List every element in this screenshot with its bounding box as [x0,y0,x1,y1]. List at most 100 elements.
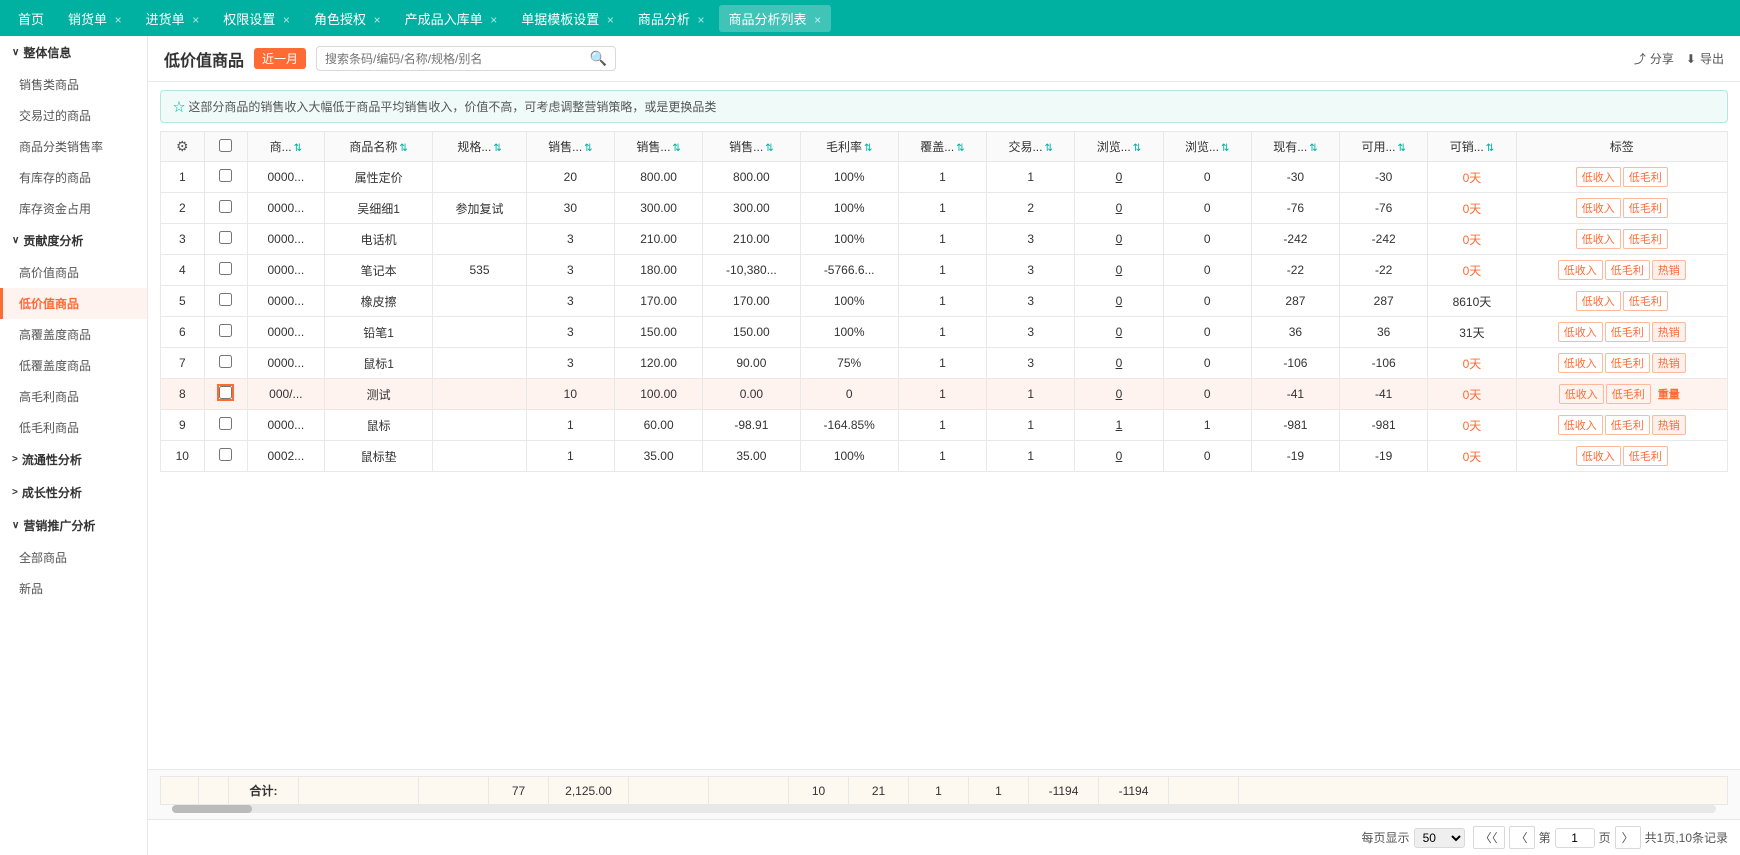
sidebar-item-high-coverage[interactable]: 高覆盖度商品 [0,319,147,350]
first-page-btn[interactable]: 〈〈 [1473,826,1505,849]
cell-view1[interactable]: 0 [1075,379,1163,410]
sidebar-group-growth[interactable]: > 成长性分析 [0,476,147,509]
col-spec[interactable]: 规格...⇅ [433,132,526,162]
search-icon[interactable]: 🔍 [590,50,607,67]
tag-item: 低毛利 [1605,322,1650,342]
settings-icon[interactable]: ⚙ [176,138,189,154]
cell-saleable: 0天 [1428,224,1516,255]
cell-checkbox [204,286,247,317]
sidebar-item-traded[interactable]: 交易过的商品 [0,100,147,131]
nav-permissions[interactable]: 权限设置 × [213,5,300,32]
row-checkbox[interactable] [219,417,232,430]
sidebar-item-low-value[interactable]: 低价值商品 [0,288,147,319]
cell-view1[interactable]: 1 [1075,410,1163,441]
scrollbar-track[interactable] [172,805,1716,813]
cell-saleable: 0天 [1428,162,1516,193]
col-code[interactable]: 商...⇅ [247,132,324,162]
table-row: 10 0002... 鼠标垫 1 35.00 35.00 100% 1 1 0 … [161,441,1728,472]
nav-sales[interactable]: 销货单 × [58,5,132,32]
cell-view1[interactable]: 0 [1075,317,1163,348]
tag-item: 低毛利 [1623,446,1668,466]
cell-sale-amount: 300.00 [703,193,800,224]
export-icon: ⬇ [1686,52,1696,66]
row-checkbox[interactable] [219,448,232,461]
cell-view1[interactable]: 0 [1075,255,1163,286]
search-input[interactable] [325,52,586,66]
cell-sale-qty: 20 [526,162,614,193]
scrollbar-thumb[interactable] [172,805,252,813]
row-checkbox[interactable] [219,231,232,244]
cell-no: 9 [161,410,205,441]
cell-spec [433,286,526,317]
sidebar-item-high-margin[interactable]: 高毛利商品 [0,381,147,412]
cell-view1[interactable]: 0 [1075,348,1163,379]
col-view2[interactable]: 浏览...⇅ [1163,132,1251,162]
row-checkbox[interactable] [219,324,232,337]
sidebar-item-stock[interactable]: 有库存的商品 [0,162,147,193]
row-checkbox[interactable] [219,200,232,213]
row-checkbox[interactable] [219,293,232,306]
sidebar-group-overall[interactable]: ∨ 整体信息 [0,36,147,69]
row-checkbox[interactable] [219,386,232,399]
page-size-dropdown[interactable]: 50 100 200 [1414,828,1465,848]
nav-analysis[interactable]: 商品分析 × [628,5,715,32]
nav-purchase[interactable]: 进货单 × [136,5,210,32]
tag-item: 低收入 [1576,291,1621,311]
nav-roles[interactable]: 角色授权 × [304,5,391,32]
select-all-checkbox[interactable] [219,139,232,152]
sidebar-item-low-margin[interactable]: 低毛利商品 [0,412,147,443]
sidebar-item-low-coverage[interactable]: 低覆盖度商品 [0,350,147,381]
cell-name: 铅笔1 [324,317,432,348]
col-current[interactable]: 现有...⇅ [1251,132,1339,162]
cell-no: 6 [161,317,205,348]
cell-current: -30 [1251,162,1339,193]
col-sale-qty[interactable]: 销售...⇅ [526,132,614,162]
cell-view1[interactable]: 0 [1075,162,1163,193]
col-trade[interactable]: 交易...⇅ [987,132,1075,162]
page-number-input[interactable] [1555,828,1595,848]
nav-analysis-list[interactable]: 商品分析列表 × [719,5,832,32]
col-checkbox [204,132,247,162]
sidebar-item-category-rate[interactable]: 商品分类销售率 [0,131,147,162]
sidebar-item-new-products[interactable]: 新品 [0,573,147,604]
prev-page-btn[interactable]: 〈 [1509,826,1535,849]
cell-available: -19 [1340,441,1428,472]
next-page-btn[interactable]: 〉 [1615,826,1641,849]
export-button[interactable]: ⬇ 导出 [1686,50,1724,67]
col-view1[interactable]: 浏览...⇅ [1075,132,1163,162]
sidebar-group-marketing[interactable]: ∨ 营销推广分析 [0,509,147,542]
cell-view1[interactable]: 0 [1075,286,1163,317]
cell-current: -76 [1251,193,1339,224]
sidebar-group-contribution[interactable]: ∨ 贡献度分析 [0,224,147,257]
row-checkbox[interactable] [219,169,232,182]
sidebar-item-capital[interactable]: 库存资金占用 [0,193,147,224]
col-name[interactable]: 商品名称⇅ [324,132,432,162]
cell-view1[interactable]: 0 [1075,224,1163,255]
col-coverage[interactable]: 覆盖...⇅ [898,132,986,162]
col-sale-price[interactable]: 销售...⇅ [614,132,702,162]
col-saleable[interactable]: 可销...⇅ [1428,132,1516,162]
total-view1: 1 [909,777,969,805]
cell-sale-amount: 0.00 [703,379,800,410]
col-sale-amount[interactable]: 销售...⇅ [703,132,800,162]
sidebar-item-all-products[interactable]: 全部商品 [0,542,147,573]
nav-templates[interactable]: 单据模板设置 × [511,5,624,32]
row-checkbox[interactable] [219,355,232,368]
time-filter-btn[interactable]: 近一月 [254,48,306,69]
sidebar-item-sales-products[interactable]: 销售类商品 [0,69,147,100]
nav-home[interactable]: 首页 [8,5,54,32]
cell-view1[interactable]: 0 [1075,441,1163,472]
cell-saleable: 0天 [1428,441,1516,472]
col-settings[interactable]: ⚙ [161,132,205,162]
share-button[interactable]: ⤴ 分享 [1634,50,1674,67]
col-available[interactable]: 可用...⇅ [1340,132,1428,162]
sidebar-group-flow[interactable]: > 流通性分析 [0,443,147,476]
cell-no: 3 [161,224,205,255]
cell-current: 36 [1251,317,1339,348]
cell-code: 0000... [247,410,324,441]
row-checkbox[interactable] [219,262,232,275]
nav-warehouse[interactable]: 产成品入库单 × [395,5,508,32]
col-margin[interactable]: 毛利率⇅ [800,132,898,162]
cell-view1[interactable]: 0 [1075,193,1163,224]
sidebar-item-high-value[interactable]: 高价值商品 [0,257,147,288]
